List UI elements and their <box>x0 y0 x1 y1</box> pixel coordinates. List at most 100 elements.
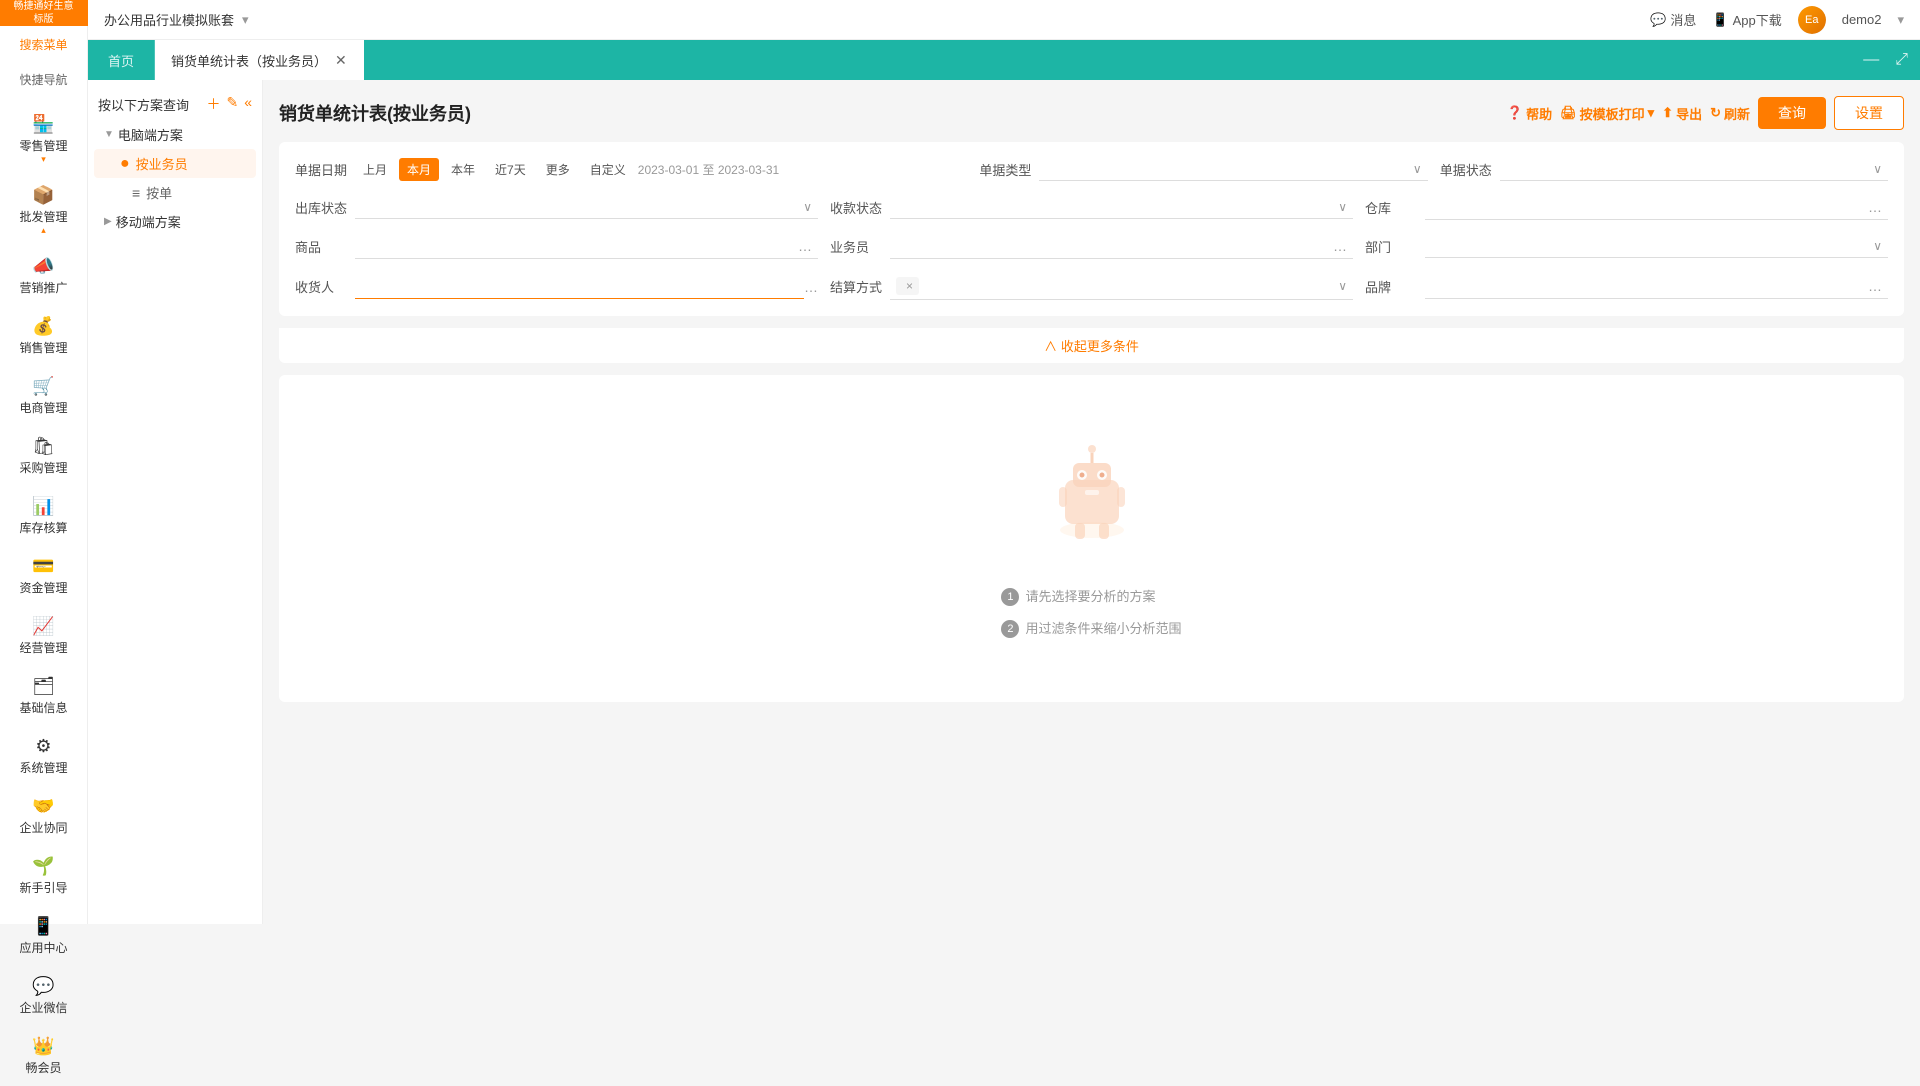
tree-node-mobile[interactable]: ▶ 移动端方案 <box>88 207 262 236</box>
filter-field-ordertype: 单据类型 ∨ <box>979 158 1427 181</box>
refresh-icon: ↻ <box>1710 105 1721 121</box>
salesperson-dots[interactable]: … <box>1333 238 1347 254</box>
recipient-dots[interactable]: … <box>804 279 818 295</box>
warehouse-label: 仓库 <box>1365 198 1425 217</box>
salesperson-label: 业务员 <box>830 237 890 256</box>
brand-dots[interactable]: … <box>1868 278 1882 294</box>
refresh-btn[interactable]: ↻ 刷新 <box>1710 104 1750 123</box>
sidebar-search[interactable]: 搜索菜单 <box>0 26 88 63</box>
app-download-btn[interactable]: 📱 App下载 <box>1712 10 1781 29</box>
export-btn[interactable]: ⬆ 导出 <box>1662 104 1702 123</box>
empty-robot-svg <box>1037 435 1147 545</box>
salesperson-select[interactable]: … <box>890 234 1353 259</box>
brand-select[interactable]: … <box>1425 274 1888 299</box>
stockstatus-select[interactable]: ∨ <box>355 196 818 219</box>
system-icon: ⚙ <box>35 736 51 757</box>
goods-select[interactable]: … <box>355 234 818 259</box>
user-avatar[interactable]: Ea <box>1798 6 1826 34</box>
sidebar-item-system[interactable]: ⚙ 系统管理 <box>0 726 88 786</box>
reset-button[interactable]: 设置 <box>1834 96 1904 130</box>
user-name: demo2 <box>1842 12 1882 27</box>
date-btn-more[interactable]: 更多 <box>538 158 578 181</box>
print-dropdown-arrow[interactable]: ▾ <box>1648 105 1655 121</box>
orderstatus-select[interactable]: ∨ <box>1500 158 1888 181</box>
settlement-select[interactable]: × ∨ <box>890 273 1353 300</box>
sidebar-item-marketing[interactable]: 📣 营销推广 <box>0 246 88 306</box>
help-btn[interactable]: ❓ 帮助 <box>1507 104 1552 123</box>
print-icon: 🖨 <box>1560 105 1577 121</box>
tree-node-pc[interactable]: ▼ 电脑端方案 <box>88 120 262 149</box>
date-label: 单据日期 <box>295 160 355 179</box>
purchase-icon: 🛍 <box>32 436 55 457</box>
date-btn-7days[interactable]: 近7天 <box>487 158 534 181</box>
collapse-panel-btn[interactable]: « <box>244 94 252 114</box>
tree-node-by-salesperson[interactable]: ● 按业务员 <box>94 149 256 178</box>
filter-field-paymentstatus: 收款状态 ∨ <box>830 196 1353 219</box>
avatar-img: Ea <box>1798 6 1826 34</box>
collapse-filter-btn[interactable]: ∧ 收起更多条件 <box>279 328 1904 363</box>
tab-minimize-btn[interactable]: — <box>1859 47 1883 73</box>
finance-icon: 💳 <box>32 556 54 577</box>
warehouse-dots[interactable]: … <box>1868 199 1882 215</box>
sidebar-item-enterprise[interactable]: 🤝 企业协同 <box>0 786 88 846</box>
tab-close-btn[interactable]: ✕ <box>335 52 347 69</box>
date-btn-lastmonth[interactable]: 上月 <box>355 158 395 181</box>
warehouse-select[interactable]: … <box>1425 195 1888 220</box>
ordertype-label: 单据类型 <box>979 160 1039 179</box>
active-scheme-icon: ● <box>120 155 130 173</box>
recipient-input[interactable] <box>355 275 804 299</box>
sidebar-item-corp-wechat[interactable]: 💬 企业微信 <box>0 966 88 1026</box>
add-scheme-btn[interactable]: ＋ <box>206 94 220 114</box>
sidebar-item-member[interactable]: 👑 畅会员 <box>0 1026 88 1086</box>
sidebar-item-wholesale[interactable]: 📦 批发管理 ▴ <box>0 175 88 246</box>
sidebar-item-retail[interactable]: 🏪 零售管理 ▾ <box>0 104 88 175</box>
hint-num-1: 1 <box>1001 588 1019 606</box>
tab-expand-btn[interactable]: ⤢ <box>1891 47 1912 73</box>
sidebar-item-operation[interactable]: 📈 经营管理 <box>0 606 88 666</box>
tab-home[interactable]: 首页 <box>88 40 155 80</box>
query-button[interactable]: 查询 <box>1758 97 1826 129</box>
print-btn[interactable]: 🖨 按模板打印 ▾ <box>1560 104 1654 123</box>
app-logo: 畅捷通好生意 标版 <box>0 0 88 26</box>
tree-arrow-mobile: ▶ <box>104 216 112 227</box>
edit-scheme-btn[interactable]: ✎ <box>226 94 238 114</box>
date-btn-custom[interactable]: 自定义 <box>582 158 634 181</box>
industry-dropdown-arrow[interactable]: ▾ <box>242 12 249 28</box>
empty-hints: 1 请先选择要分析的方案 2 用过滤条件来缩小分析范围 <box>1001 584 1181 642</box>
breadcrumb: 办公用品行业模拟账套 ▾ <box>104 10 249 29</box>
tree-node-by-order[interactable]: ≡ 按单 <box>88 178 262 207</box>
sidebar-item-ecom[interactable]: 🛒 电商管理 <box>0 366 88 426</box>
goods-dots[interactable]: … <box>798 238 812 254</box>
wholesale-expand-icon: ▴ <box>41 225 46 236</box>
tab-bar-actions: — ⤢ <box>1859 47 1920 73</box>
settlement-tag-close-btn[interactable]: × <box>906 279 913 293</box>
sidebar-item-newbie[interactable]: 🌱 新手引导 <box>0 846 88 906</box>
sidebar-item-finance[interactable]: 💳 资金管理 <box>0 546 88 606</box>
message-btn[interactable]: 💬 消息 <box>1650 10 1696 29</box>
sidebar-nav-shortcut[interactable]: 快捷导航 <box>0 63 88 96</box>
sidebar-item-appstore[interactable]: 📱 应用中心 <box>0 906 88 966</box>
sidebar-item-operation-label: 经营管理 <box>19 639 67 656</box>
sidebar-item-stock[interactable]: 📊 库存核算 <box>0 486 88 546</box>
ordertype-select[interactable]: ∨ <box>1039 158 1427 181</box>
settlement-label: 结算方式 <box>830 277 890 296</box>
tab-sales-stats[interactable]: 销货单统计表（按业务员） ✕ <box>155 40 364 80</box>
date-btn-thisyear[interactable]: 本年 <box>443 158 483 181</box>
date-range-text: 2023-03-01 至 2023-03-31 <box>638 161 779 178</box>
right-panel: 销货单统计表(按业务员) ❓ 帮助 🖨 按模板打印 ▾ ⬆ 导出 <box>263 80 1920 924</box>
filter-field-orderstatus: 单据状态 ∨ <box>1440 158 1888 181</box>
filter-field-department: 部门 ∨ <box>1365 235 1888 258</box>
retail-icon: 🏪 <box>32 114 54 135</box>
export-icon: ⬆ <box>1662 105 1673 121</box>
page-title-row: 销货单统计表(按业务员) ❓ 帮助 🖨 按模板打印 ▾ ⬆ 导出 <box>279 96 1904 130</box>
filter-field-stockstatus: 出库状态 ∨ <box>295 196 818 219</box>
app-download-label: App下载 <box>1733 10 1782 29</box>
sidebar-item-sales[interactable]: 💰 销售管理 <box>0 306 88 366</box>
department-select[interactable]: ∨ <box>1425 235 1888 258</box>
orderstatus-label: 单据状态 <box>1440 160 1500 179</box>
paymentstatus-select[interactable]: ∨ <box>890 196 1353 219</box>
date-btn-thismonth[interactable]: 本月 <box>399 158 439 181</box>
sidebar-item-purchase[interactable]: 🛍 采购管理 <box>0 426 88 486</box>
user-dropdown-arrow[interactable]: ▾ <box>1897 12 1904 28</box>
sidebar-item-basic[interactable]: 🗂 基础信息 <box>0 666 88 726</box>
